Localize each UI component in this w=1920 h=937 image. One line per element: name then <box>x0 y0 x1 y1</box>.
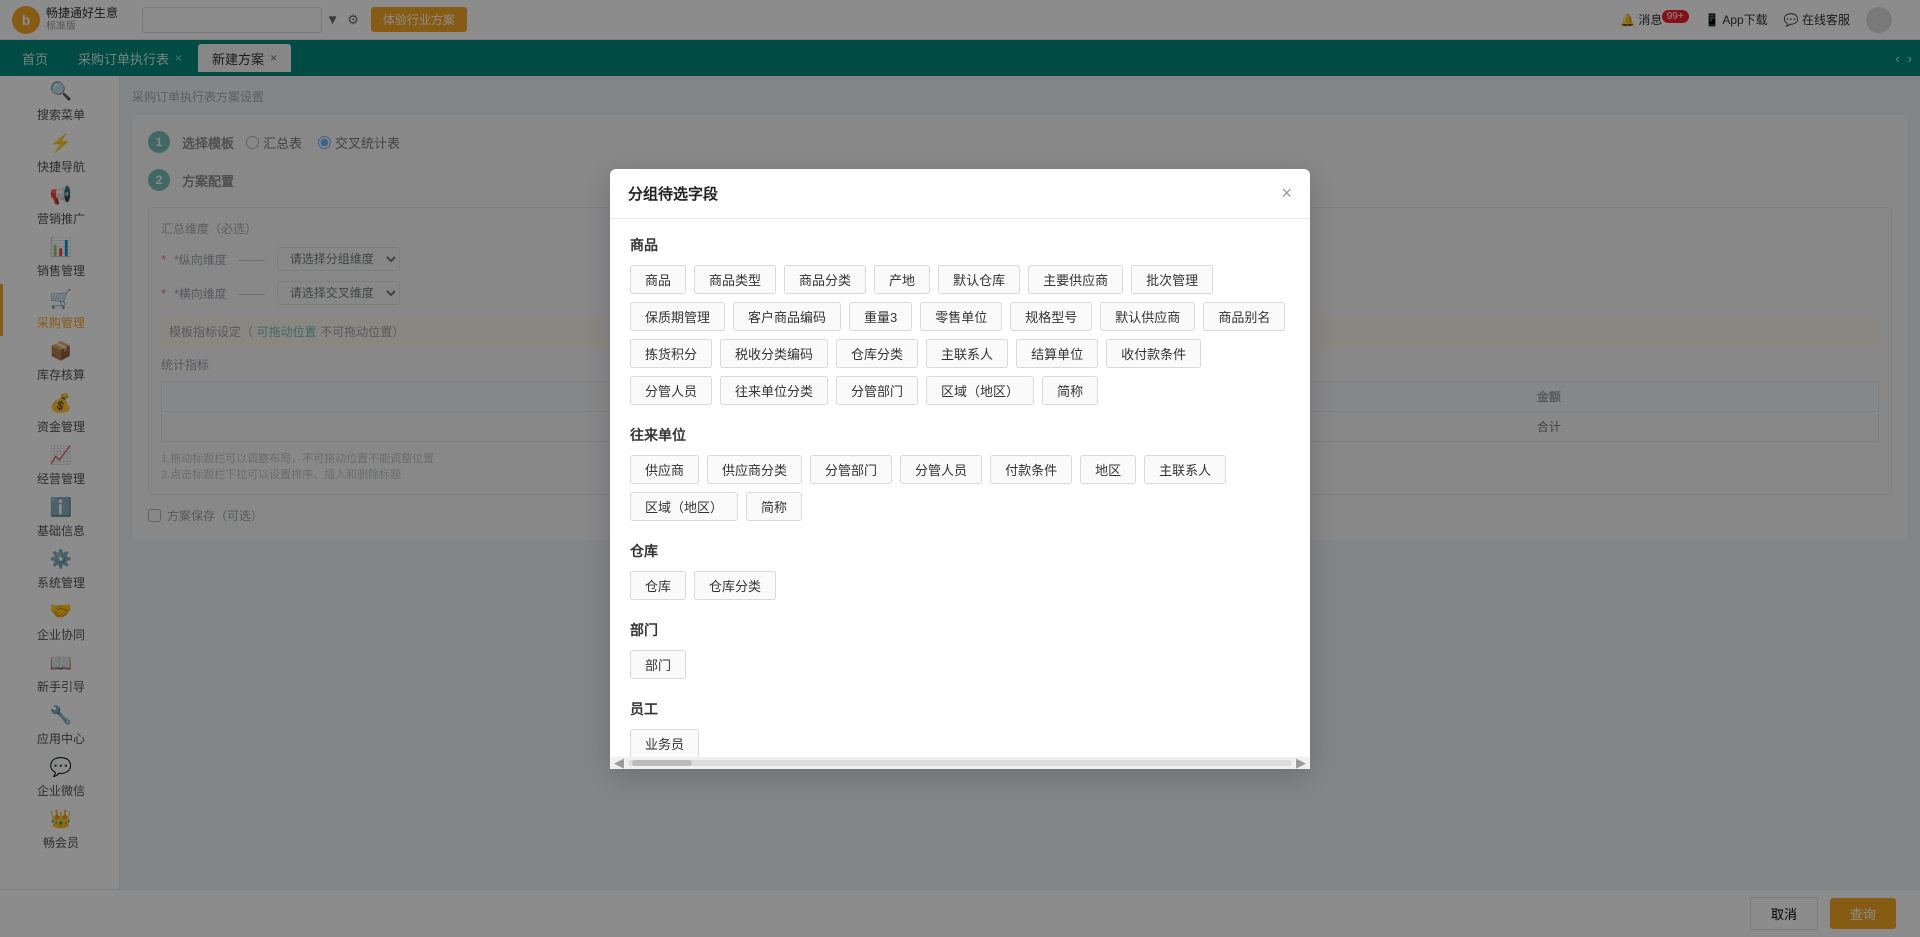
field-tag-goods-9[interactable]: 重量3 <box>849 302 912 331</box>
field-group-partner-title: 往来单位 <box>630 425 1290 445</box>
field-tag-goods-5[interactable]: 主要供应商 <box>1028 265 1123 294</box>
hscroll-left-arrow[interactable]: ◀ <box>614 755 624 771</box>
hscroll-thumb[interactable] <box>632 760 692 766</box>
hscroll-track <box>628 760 1292 766</box>
field-tag-partner-1[interactable]: 供应商分类 <box>707 455 802 484</box>
field-group-staff-title: 员工 <box>630 699 1290 719</box>
field-tag-partner-4[interactable]: 付款条件 <box>990 455 1072 484</box>
field-tag-goods-2[interactable]: 商品分类 <box>784 265 866 294</box>
field-tag-goods-23[interactable]: 区域（地区） <box>926 376 1034 405</box>
field-group-warehouse-title: 仓库 <box>630 541 1290 561</box>
field-tags-warehouse: 仓库 仓库分类 <box>630 571 1290 600</box>
field-tag-goods-24[interactable]: 简称 <box>1042 376 1098 405</box>
field-tag-warehouse-0[interactable]: 仓库 <box>630 571 686 600</box>
field-tag-goods-19[interactable]: 收付款条件 <box>1106 339 1201 368</box>
modal-title: 分组待选字段 <box>628 183 718 204</box>
field-tag-goods-12[interactable]: 默认供应商 <box>1100 302 1195 331</box>
modal-close-btn[interactable]: × <box>1281 183 1292 204</box>
field-tag-dept-0[interactable]: 部门 <box>630 650 686 679</box>
field-tag-goods-11[interactable]: 规格型号 <box>1010 302 1092 331</box>
field-tag-goods-4[interactable]: 默认仓库 <box>938 265 1020 294</box>
field-tag-goods-17[interactable]: 主联系人 <box>926 339 1008 368</box>
field-tag-goods-15[interactable]: 税收分类编码 <box>720 339 828 368</box>
field-group-warehouse: 仓库 仓库 仓库分类 <box>630 541 1290 600</box>
modal-hscroll[interactable]: ◀ ▶ <box>610 757 1310 769</box>
modal-overlay: 分组待选字段 × 商品 商品 商品类型 商品分类 产地 默认仓库 主要供应商 批… <box>0 0 1920 937</box>
field-tag-goods-21[interactable]: 往来单位分类 <box>720 376 828 405</box>
field-tag-partner-2[interactable]: 分管部门 <box>810 455 892 484</box>
modal: 分组待选字段 × 商品 商品 商品类型 商品分类 产地 默认仓库 主要供应商 批… <box>610 169 1310 769</box>
field-tag-warehouse-1[interactable]: 仓库分类 <box>694 571 776 600</box>
field-group-dept-title: 部门 <box>630 620 1290 640</box>
field-tag-staff-0[interactable]: 业务员 <box>630 729 699 757</box>
field-group-partner: 往来单位 供应商 供应商分类 分管部门 分管人员 付款条件 地区 主联系人 区域… <box>630 425 1290 521</box>
field-group-goods: 商品 商品 商品类型 商品分类 产地 默认仓库 主要供应商 批次管理 保质期管理… <box>630 235 1290 405</box>
field-tag-partner-7[interactable]: 区域（地区） <box>630 492 738 521</box>
field-tag-goods-10[interactable]: 零售单位 <box>920 302 1002 331</box>
field-tag-goods-22[interactable]: 分管部门 <box>836 376 918 405</box>
field-tag-partner-8[interactable]: 简称 <box>746 492 802 521</box>
modal-body[interactable]: 商品 商品 商品类型 商品分类 产地 默认仓库 主要供应商 批次管理 保质期管理… <box>610 219 1310 757</box>
field-tag-partner-5[interactable]: 地区 <box>1080 455 1136 484</box>
field-tag-goods-18[interactable]: 结算单位 <box>1016 339 1098 368</box>
field-tag-goods-7[interactable]: 保质期管理 <box>630 302 725 331</box>
field-tags-goods: 商品 商品类型 商品分类 产地 默认仓库 主要供应商 批次管理 保质期管理 客户… <box>630 265 1290 405</box>
field-tags-staff: 业务员 <box>630 729 1290 757</box>
field-tag-goods-14[interactable]: 拣货积分 <box>630 339 712 368</box>
field-tag-goods-1[interactable]: 商品类型 <box>694 265 776 294</box>
field-tags-partner: 供应商 供应商分类 分管部门 分管人员 付款条件 地区 主联系人 区域（地区） … <box>630 455 1290 521</box>
field-tag-goods-20[interactable]: 分管人员 <box>630 376 712 405</box>
field-tag-goods-3[interactable]: 产地 <box>874 265 930 294</box>
field-tag-goods-8[interactable]: 客户商品编码 <box>733 302 841 331</box>
field-tag-partner-3[interactable]: 分管人员 <box>900 455 982 484</box>
hscroll-right-arrow[interactable]: ▶ <box>1296 755 1306 771</box>
field-group-staff: 员工 业务员 <box>630 699 1290 757</box>
field-group-dept: 部门 部门 <box>630 620 1290 679</box>
field-tags-dept: 部门 <box>630 650 1290 679</box>
field-tag-partner-0[interactable]: 供应商 <box>630 455 699 484</box>
modal-header: 分组待选字段 × <box>610 169 1310 219</box>
field-tag-partner-6[interactable]: 主联系人 <box>1144 455 1226 484</box>
field-tag-goods-13[interactable]: 商品别名 <box>1203 302 1285 331</box>
field-tag-goods-16[interactable]: 仓库分类 <box>836 339 918 368</box>
field-tag-goods-0[interactable]: 商品 <box>630 265 686 294</box>
field-group-goods-title: 商品 <box>630 235 1290 255</box>
field-tag-goods-6[interactable]: 批次管理 <box>1131 265 1213 294</box>
